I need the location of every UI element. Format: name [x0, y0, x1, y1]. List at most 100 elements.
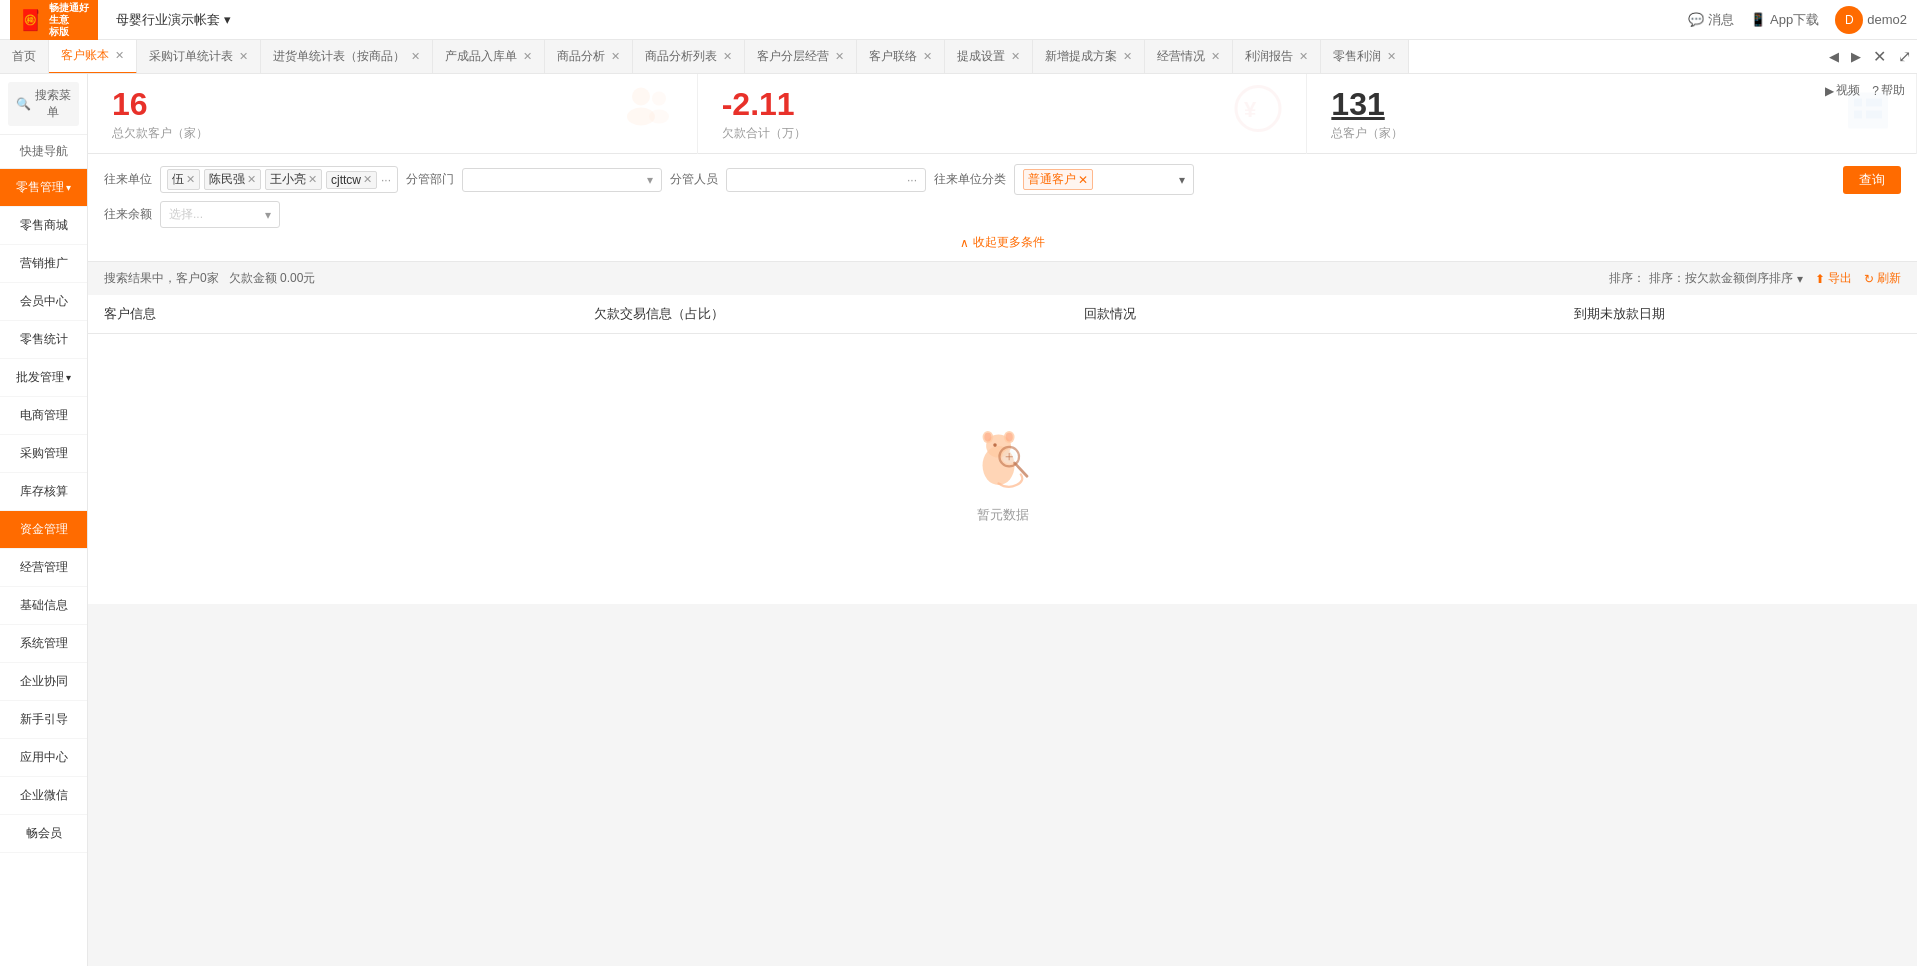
- balance-select[interactable]: 选择... ▾: [160, 201, 280, 228]
- refresh-button[interactable]: ↻ 刷新: [1864, 270, 1901, 287]
- sidebar-item-app-center[interactable]: 应用中心: [0, 739, 87, 777]
- tab-home[interactable]: 首页: [0, 40, 49, 74]
- tab-cost-in[interactable]: 产成品入库单 ✕: [433, 40, 545, 74]
- sidebar-item-operations[interactable]: 经营管理: [0, 549, 87, 587]
- system-selector[interactable]: 母婴行业演示帐套 ▾: [108, 11, 239, 29]
- remove-tag-icon[interactable]: ✕: [1078, 173, 1088, 187]
- tab-purchase-stats[interactable]: 进货单统计表（按商品） ✕: [261, 40, 433, 74]
- search-icon: 🔍: [16, 97, 31, 111]
- unit-tag-wang[interactable]: 王小亮 ✕: [265, 169, 322, 190]
- close-icon[interactable]: ✕: [239, 50, 248, 63]
- message-icon: 💬: [1688, 12, 1704, 27]
- sort-selector[interactable]: 排序： 排序：按欠款金额倒序排序 ▾: [1609, 270, 1803, 287]
- remove-tag-icon[interactable]: ✕: [247, 173, 256, 186]
- sidebar-item-capital[interactable]: 资金管理: [0, 511, 87, 549]
- top-right-area: 💬 消息 📱 App下载 D demo2: [1688, 6, 1907, 34]
- sidebar-item-new-guide[interactable]: 新手引导: [0, 701, 87, 739]
- tab-customer-contact[interactable]: 客户联络 ✕: [857, 40, 945, 74]
- close-icon[interactable]: ✕: [411, 50, 420, 63]
- close-icon[interactable]: ✕: [1387, 50, 1396, 63]
- sidebar-item-retail-stats[interactable]: 零售统计: [0, 321, 87, 359]
- tab-biz-status[interactable]: 经营情况 ✕: [1145, 40, 1233, 74]
- svg-point-16: [984, 433, 991, 442]
- query-button[interactable]: 查询: [1843, 166, 1901, 194]
- help-area: ▶ 视频 ? 帮助: [1825, 82, 1905, 99]
- tab-goods-analysis[interactable]: 商品分析 ✕: [545, 40, 633, 74]
- video-help-button[interactable]: ▶ 视频: [1825, 82, 1860, 99]
- sidebar-item-pro-member[interactable]: 畅会员: [0, 815, 87, 853]
- close-all-tabs-button[interactable]: ✕: [1867, 47, 1892, 66]
- sidebar-item-retail-mall[interactable]: 零售商城: [0, 207, 87, 245]
- sidebar-item-members[interactable]: 会员中心: [0, 283, 87, 321]
- more-tags-icon[interactable]: ···: [381, 173, 391, 187]
- remove-tag-icon[interactable]: ✕: [186, 173, 195, 186]
- unit-filter-tags[interactable]: 伍 ✕ 陈民强 ✕ 王小亮 ✕ cjttcw ✕ ···: [160, 166, 398, 193]
- close-icon[interactable]: ✕: [1211, 50, 1220, 63]
- logo[interactable]: 🧧 畅捷通好生意 标版: [10, 0, 98, 40]
- stats-bar: 16 总欠款客户（家） -2.11 欠款合计（万）: [88, 74, 1917, 154]
- tab-customer-book[interactable]: 客户账本 ✕: [49, 40, 137, 74]
- tab-raise-settings[interactable]: 提成设置 ✕: [945, 40, 1033, 74]
- dept-select[interactable]: ▾: [462, 168, 662, 192]
- nav-prev-arrow[interactable]: ◀: [1823, 49, 1845, 64]
- category-tag[interactable]: 普通客户 ✕: [1023, 169, 1093, 190]
- result-actions: 排序： 排序：按欠款金额倒序排序 ▾ ⬆ 导出 ↻ 刷新: [1609, 270, 1901, 287]
- close-icon[interactable]: ✕: [115, 49, 124, 62]
- message-button[interactable]: 💬 消息: [1688, 11, 1734, 29]
- sidebar-item-system[interactable]: 系统管理: [0, 625, 87, 663]
- close-icon[interactable]: ✕: [1123, 50, 1132, 63]
- nav-next-arrow[interactable]: ▶: [1845, 49, 1867, 64]
- help-button[interactable]: ? 帮助: [1872, 82, 1905, 99]
- close-icon[interactable]: ✕: [923, 50, 932, 63]
- unit-tag-chen[interactable]: 陈民强 ✕: [204, 169, 261, 190]
- sidebar-item-ecommerce[interactable]: 电商管理: [0, 397, 87, 435]
- money-icon: ¥: [1230, 80, 1286, 147]
- search-menu-button[interactable]: 🔍 搜索菜单: [8, 82, 79, 126]
- sidebar-item-basic-info[interactable]: 基础信息: [0, 587, 87, 625]
- sidebar-item-enterprise[interactable]: 企业协同: [0, 663, 87, 701]
- remove-tag-icon[interactable]: ✕: [363, 173, 372, 186]
- filter-bar: 往来单位 伍 ✕ 陈民强 ✕ 王小亮 ✕ cjttcw: [88, 154, 1917, 262]
- sidebar-item-corp-wechat[interactable]: 企业微信: [0, 777, 87, 815]
- sidebar-item-wholesale[interactable]: 批发管理 ▾: [0, 359, 87, 397]
- video-icon: ▶: [1825, 84, 1834, 98]
- collapse-filter-button[interactable]: ∧ 收起更多条件: [960, 234, 1045, 251]
- question-icon: ?: [1872, 84, 1879, 98]
- close-icon[interactable]: ✕: [1299, 50, 1308, 63]
- sidebar-item-purchase[interactable]: 采购管理: [0, 435, 87, 473]
- tab-retail-profit[interactable]: 零售利润 ✕: [1321, 40, 1409, 74]
- export-button[interactable]: ⬆ 导出: [1815, 270, 1852, 287]
- person-select[interactable]: ···: [726, 168, 926, 192]
- credit-total-label: 欠款合计（万）: [722, 125, 806, 142]
- sidebar: 🔍 搜索菜单 快捷导航 零售管理 ▾ 零售商城 营销推广 会员中心 零售统计 批…: [0, 74, 88, 966]
- close-icon[interactable]: ✕: [835, 50, 844, 63]
- sidebar-item-inventory[interactable]: 库存核算: [0, 473, 87, 511]
- credit-customers-number: 16: [112, 86, 148, 123]
- tab-purchase-order[interactable]: 采购订单统计表 ✕: [137, 40, 261, 74]
- tab-profit-report[interactable]: 利润报告 ✕: [1233, 40, 1321, 74]
- quick-nav-button[interactable]: 快捷导航: [0, 135, 87, 169]
- app-download-button[interactable]: 📱 App下载: [1750, 11, 1819, 29]
- close-icon[interactable]: ✕: [523, 50, 532, 63]
- sidebar-item-marketing[interactable]: 营销推广: [0, 245, 87, 283]
- sidebar-item-retail-mgmt[interactable]: 零售管理 ▾: [0, 169, 87, 207]
- remove-tag-icon[interactable]: ✕: [308, 173, 317, 186]
- table-header: 客户信息 欠款交易信息（占比） 回款情况 到期未放款日期: [88, 295, 1917, 334]
- close-icon[interactable]: ✕: [611, 50, 620, 63]
- unit-tag-cjttcw[interactable]: cjttcw ✕: [326, 171, 377, 189]
- user-profile[interactable]: D demo2: [1835, 6, 1907, 34]
- filter-row-1: 往来单位 伍 ✕ 陈民强 ✕ 王小亮 ✕ cjttcw: [104, 164, 1901, 195]
- empty-illustration: [963, 414, 1043, 494]
- close-icon[interactable]: ✕: [723, 50, 732, 63]
- close-icon[interactable]: ✕: [1011, 50, 1020, 63]
- tab-goods-list[interactable]: 商品分析列表 ✕: [633, 40, 745, 74]
- avatar: D: [1835, 6, 1863, 34]
- tab-new-raise[interactable]: 新增提成方案 ✕: [1033, 40, 1145, 74]
- category-select[interactable]: 普通客户 ✕ ▾: [1014, 164, 1194, 195]
- tab-customer-tier[interactable]: 客户分层经营 ✕: [745, 40, 857, 74]
- filter-row-2: 往来余额 选择... ▾: [104, 201, 1901, 228]
- unit-tag-wu[interactable]: 伍 ✕: [167, 169, 200, 190]
- col-customer-info: 客户信息: [104, 305, 594, 323]
- nav-expand-icon[interactable]: ⤢: [1892, 47, 1917, 66]
- empty-label: 暂元数据: [977, 506, 1029, 524]
